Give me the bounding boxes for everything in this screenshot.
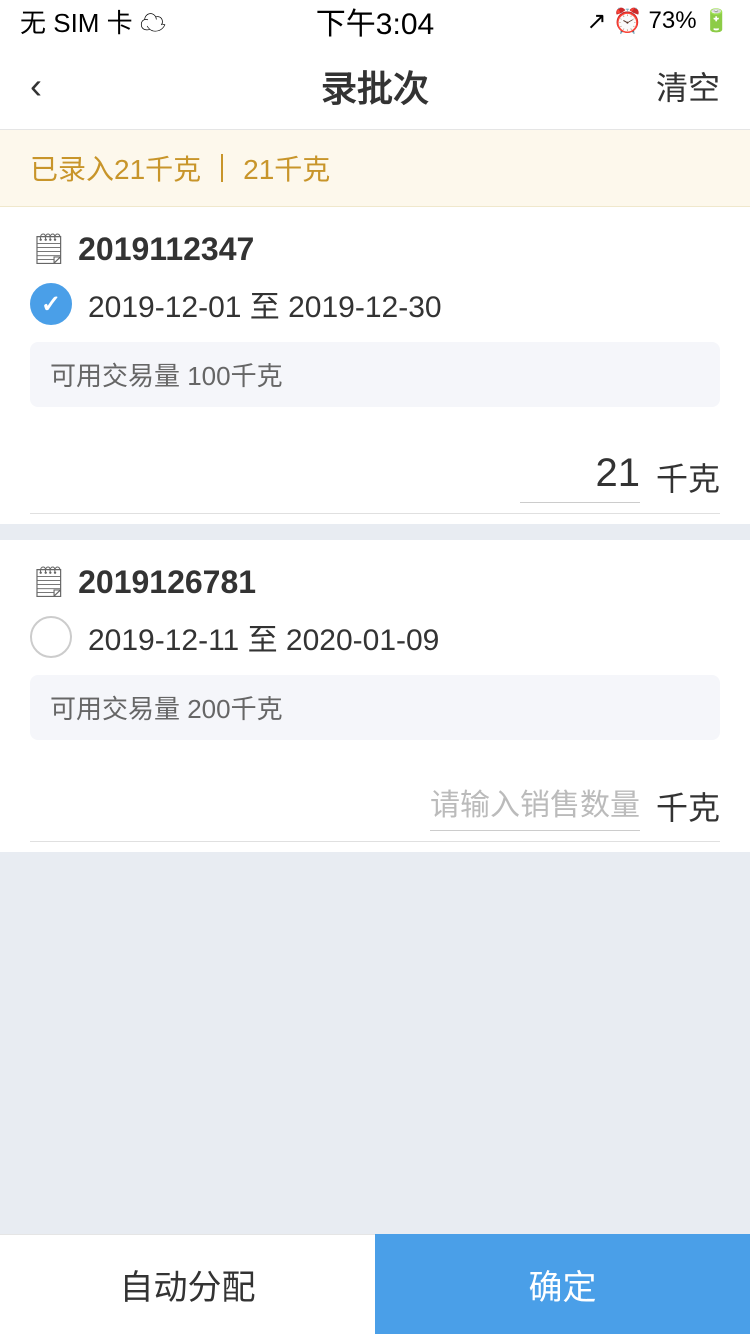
batch2-unit: 千克 xyxy=(656,783,720,829)
nav-bar: ‹ 录批次 清空 xyxy=(0,42,750,130)
info-banner: 已录入21千克 21千克 xyxy=(0,130,750,207)
batch2-header: 🗒 2019126781 xyxy=(30,564,720,601)
status-left: 无 SIM 卡 ☁ xyxy=(20,3,166,40)
clear-button[interactable]: 清空 xyxy=(656,63,720,109)
batch2-separator xyxy=(30,841,720,842)
status-bar: 无 SIM 卡 ☁ 下午3:04 ↗ ⏰ 73% 🔋 xyxy=(0,0,750,42)
batch1-qty-underline[interactable]: 21 xyxy=(520,451,640,503)
doc-icon-2: 🗒 xyxy=(30,565,68,600)
batch2-available: 可用交易量 200千克 xyxy=(30,675,720,740)
batch1-available: 可用交易量 100千克 xyxy=(30,342,720,407)
batch1-qty-row: 21 千克 xyxy=(0,431,750,503)
batch2-input-underline[interactable]: 请输入销售数量 xyxy=(430,780,640,831)
batch1-date: 2019-12-01 至 2019-12-30 xyxy=(88,282,442,326)
recorded-label: 已录入21千克 xyxy=(30,148,201,188)
batch1-card: 🗒 2019112347 2019-12-01 至 2019-12-30 可用交… xyxy=(0,207,750,431)
battery-icon: 🔋 xyxy=(703,8,730,34)
total-label: 21千克 xyxy=(243,148,330,188)
auto-distribute-button[interactable]: 自动分配 xyxy=(0,1234,375,1334)
doc-icon-1: 🗒 xyxy=(30,232,68,267)
status-time: 下午3:04 xyxy=(316,0,434,43)
confirm-button[interactable]: 确定 xyxy=(375,1234,750,1334)
sim-label: 无 SIM 卡 ☁ xyxy=(20,3,166,40)
info-divider xyxy=(221,154,223,182)
page-title: 录批次 xyxy=(321,60,429,112)
batch1-radio[interactable] xyxy=(30,283,72,325)
batch2-placeholder: 请输入销售数量 xyxy=(430,789,640,822)
alarm-icon: ⏰ xyxy=(613,7,643,36)
batch1-header: 🗒 2019112347 xyxy=(30,231,720,268)
batch1-separator xyxy=(30,513,720,514)
batch2-radio[interactable] xyxy=(30,616,72,658)
status-right: ↗ ⏰ 73% 🔋 xyxy=(587,7,730,36)
batch1-qty-value: 21 xyxy=(595,451,640,495)
batch2-input-row[interactable]: 请输入销售数量 千克 xyxy=(0,764,750,831)
batch1-date-row[interactable]: 2019-12-01 至 2019-12-30 xyxy=(30,282,720,326)
batch2-card: 🗒 2019126781 2019-12-11 至 2020-01-09 可用交… xyxy=(0,540,750,764)
batch1-qty-unit: 千克 xyxy=(656,454,720,500)
back-button[interactable]: ‹ xyxy=(30,65,42,107)
bottom-bar: 自动分配 确定 xyxy=(0,1234,750,1334)
empty-area xyxy=(0,852,750,1292)
section-divider xyxy=(0,524,750,540)
battery-label: 73% xyxy=(649,7,697,35)
batch2-date: 2019-12-11 至 2020-01-09 xyxy=(88,615,439,659)
batch2-id: 2019126781 xyxy=(78,564,256,601)
location-icon: ↗ xyxy=(587,7,607,36)
batch2-date-row[interactable]: 2019-12-11 至 2020-01-09 xyxy=(30,615,720,659)
batch1-id: 2019112347 xyxy=(78,231,254,268)
